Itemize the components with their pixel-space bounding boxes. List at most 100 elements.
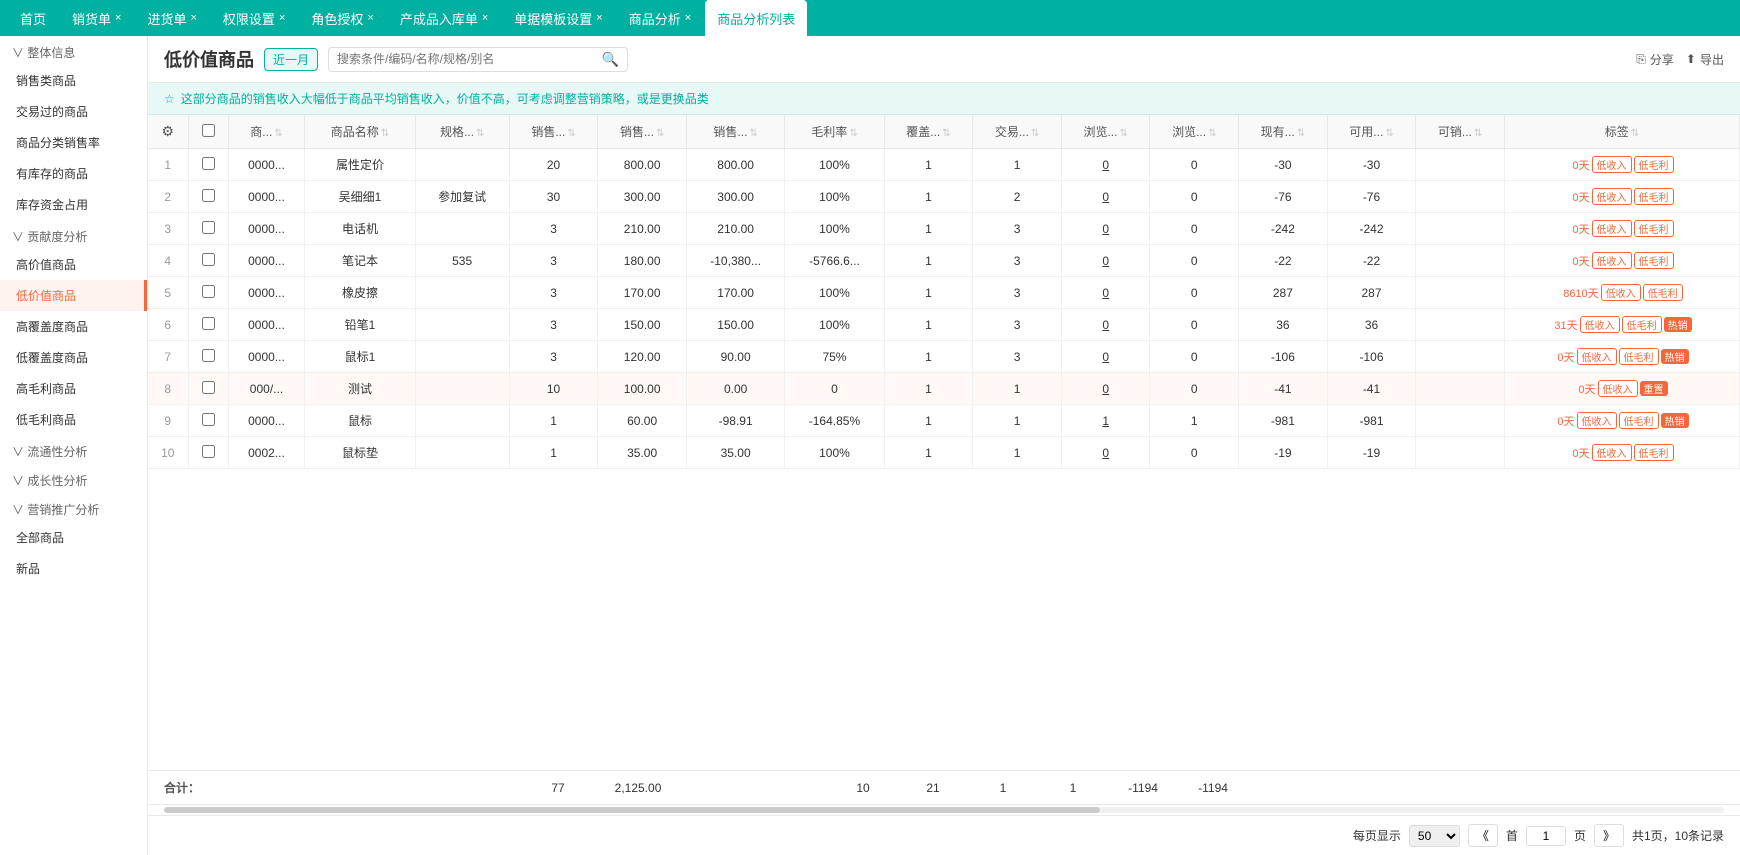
trade-col-header[interactable]: 交易...⇅ <box>973 115 1062 149</box>
code-col-header[interactable]: 商...⇅ <box>228 115 305 149</box>
row-views1: 0 <box>1061 213 1150 245</box>
nav-item-销货单[interactable]: 销货单 × <box>60 0 133 36</box>
sidebar-item-新品[interactable]: 新品 <box>0 553 147 584</box>
sidebar-item-商品分类销售率[interactable]: 商品分类销售率 <box>0 127 147 158</box>
row-views2: 0 <box>1150 277 1239 309</box>
nav-item-单据模板设置[interactable]: 单据模板设置 × <box>502 0 614 36</box>
row-tag: 热销 <box>1661 349 1689 364</box>
sales-qty-col-header[interactable]: 销售...⇅ <box>509 115 598 149</box>
available-col-header[interactable]: 可用...⇅ <box>1327 115 1416 149</box>
row-checkbox-input[interactable] <box>202 157 215 170</box>
row-code: 0002... <box>228 437 305 469</box>
select-all-checkbox[interactable] <box>202 124 215 137</box>
row-sales-qty: 1 <box>509 437 598 469</box>
row-views-link[interactable]: 0 <box>1102 382 1109 396</box>
row-trade: 1 <box>973 149 1062 181</box>
row-number: 6 <box>148 309 188 341</box>
sidebar-item-低价值商品[interactable]: 低价值商品 <box>0 280 147 311</box>
row-margin: 75% <box>785 341 884 373</box>
label-col-header[interactable]: 标签⇅ <box>1504 115 1739 149</box>
row-checkbox-input[interactable] <box>202 221 215 234</box>
sidebar-item-交易过的商品[interactable]: 交易过的商品 <box>0 96 147 127</box>
nav-close-icon[interactable]: × <box>115 12 121 24</box>
sales-amt-col-header[interactable]: 销售...⇅ <box>598 115 687 149</box>
row-stock1: -242 <box>1239 213 1328 245</box>
row-coverage: 1 <box>884 277 973 309</box>
row-checkbox-input[interactable] <box>202 189 215 202</box>
nav-item-首页[interactable]: 首页 <box>8 0 58 36</box>
row-number: 2 <box>148 181 188 213</box>
nav-item-商品分析列表[interactable]: 商品分析列表 <box>705 0 807 36</box>
nav-item-产成品入库单[interactable]: 产成品入库单 × <box>388 0 500 36</box>
pagination: 每页显示 50 20 100 《 首 页 》 共1页，10条记录 <box>148 815 1740 855</box>
row-tag: 低毛利 <box>1634 156 1674 173</box>
nav-item-进货单[interactable]: 进货单 × <box>135 0 208 36</box>
sidebar-group-title[interactable]: ∨ 成长性分析 <box>0 464 147 493</box>
scrollbar-thumb[interactable] <box>164 807 1100 813</box>
nav-item-权限设置[interactable]: 权限设置 × <box>211 0 297 36</box>
per-page-select[interactable]: 50 20 100 <box>1409 825 1460 847</box>
nav-close-icon[interactable]: × <box>596 12 602 24</box>
row-checkbox-input[interactable] <box>202 317 215 330</box>
row-checkbox-input[interactable] <box>202 253 215 266</box>
last-page-button[interactable]: 》 <box>1594 824 1624 847</box>
name-col-header[interactable]: 商品名称⇅ <box>305 115 415 149</box>
row-name: 电话机 <box>305 213 415 245</box>
row-days: 0天 <box>1572 224 1589 236</box>
sidebar-group-title[interactable]: ∨ 贡献度分析 <box>0 220 147 249</box>
row-checkbox-input[interactable] <box>202 349 215 362</box>
period-tag[interactable]: 近一月 <box>264 48 318 71</box>
row-views-link[interactable]: 0 <box>1102 190 1109 204</box>
page-number-input[interactable] <box>1526 826 1566 846</box>
row-views-link[interactable]: 0 <box>1102 350 1109 364</box>
sales-avg-col-header[interactable]: 销售...⇅ <box>686 115 784 149</box>
row-views-link[interactable]: 1 <box>1102 414 1109 428</box>
nav-close-icon[interactable]: × <box>279 12 285 24</box>
sidebar-item-库存资金占用[interactable]: 库存资金占用 <box>0 189 147 220</box>
sidebar-group-title[interactable]: ∨ 流通性分析 <box>0 435 147 464</box>
sidebar-item-高覆盖度商品[interactable]: 高覆盖度商品 <box>0 311 147 342</box>
row-name: 鼠标 <box>305 405 415 437</box>
row-views-link[interactable]: 0 <box>1102 286 1109 300</box>
row-checkbox-input[interactable] <box>202 445 215 458</box>
row-checkbox-input[interactable] <box>202 413 215 426</box>
sidebar-item-高价值商品[interactable]: 高价值商品 <box>0 249 147 280</box>
row-tag: 低毛利 <box>1643 284 1683 301</box>
sidebar-item-低覆盖度商品[interactable]: 低覆盖度商品 <box>0 342 147 373</box>
row-views-link[interactable]: 0 <box>1102 254 1109 268</box>
sidebar-group-title[interactable]: ∨ 整体信息 <box>0 36 147 65</box>
first-page-button[interactable]: 《 <box>1468 824 1498 847</box>
spec-col-header[interactable]: 规格...⇅ <box>415 115 509 149</box>
nav-item-角色授权[interactable]: 角色授权 × <box>299 0 385 36</box>
row-checkbox-input[interactable] <box>202 381 215 394</box>
row-views-link[interactable]: 0 <box>1102 446 1109 460</box>
nav-close-icon[interactable]: × <box>685 12 691 24</box>
sidebar-item-有库存的商品[interactable]: 有库存的商品 <box>0 158 147 189</box>
margin-col-header[interactable]: 毛利率⇅ <box>785 115 884 149</box>
views1-col-header[interactable]: 浏览...⇅ <box>1061 115 1150 149</box>
check-col-header[interactable] <box>188 115 228 149</box>
sidebar-item-高毛利商品[interactable]: 高毛利商品 <box>0 373 147 404</box>
nav-close-icon[interactable]: × <box>367 12 373 24</box>
stock1-col-header[interactable]: 现有...⇅ <box>1239 115 1328 149</box>
coverage-col-header[interactable]: 覆盖...⇅ <box>884 115 973 149</box>
alert-icon: ☆ <box>164 92 175 106</box>
sidebar-item-销售类商品[interactable]: 销售类商品 <box>0 65 147 96</box>
nav-close-icon[interactable]: × <box>482 12 488 24</box>
row-views-link[interactable]: 0 <box>1102 158 1109 172</box>
sidebar-item-低毛利商品[interactable]: 低毛利商品 <box>0 404 147 435</box>
gear-col-header[interactable]: ⚙ <box>148 115 188 149</box>
row-views-link[interactable]: 0 <box>1102 318 1109 332</box>
saleable-col-header[interactable]: 可销...⇅ <box>1416 115 1505 149</box>
export-button[interactable]: ⬆ 导出 <box>1686 51 1724 68</box>
row-views1: 1 <box>1061 405 1150 437</box>
sidebar-group-title[interactable]: ∨ 营销推广分析 <box>0 493 147 522</box>
nav-item-商品分析[interactable]: 商品分析 × <box>617 0 703 36</box>
search-input[interactable] <box>337 52 596 66</box>
views2-col-header[interactable]: 浏览...⇅ <box>1150 115 1239 149</box>
row-checkbox-input[interactable] <box>202 285 215 298</box>
row-views-link[interactable]: 0 <box>1102 222 1109 236</box>
sidebar-item-全部商品[interactable]: 全部商品 <box>0 522 147 553</box>
nav-close-icon[interactable]: × <box>190 12 196 24</box>
share-button[interactable]: ⎘ 分享 <box>1636 51 1674 68</box>
